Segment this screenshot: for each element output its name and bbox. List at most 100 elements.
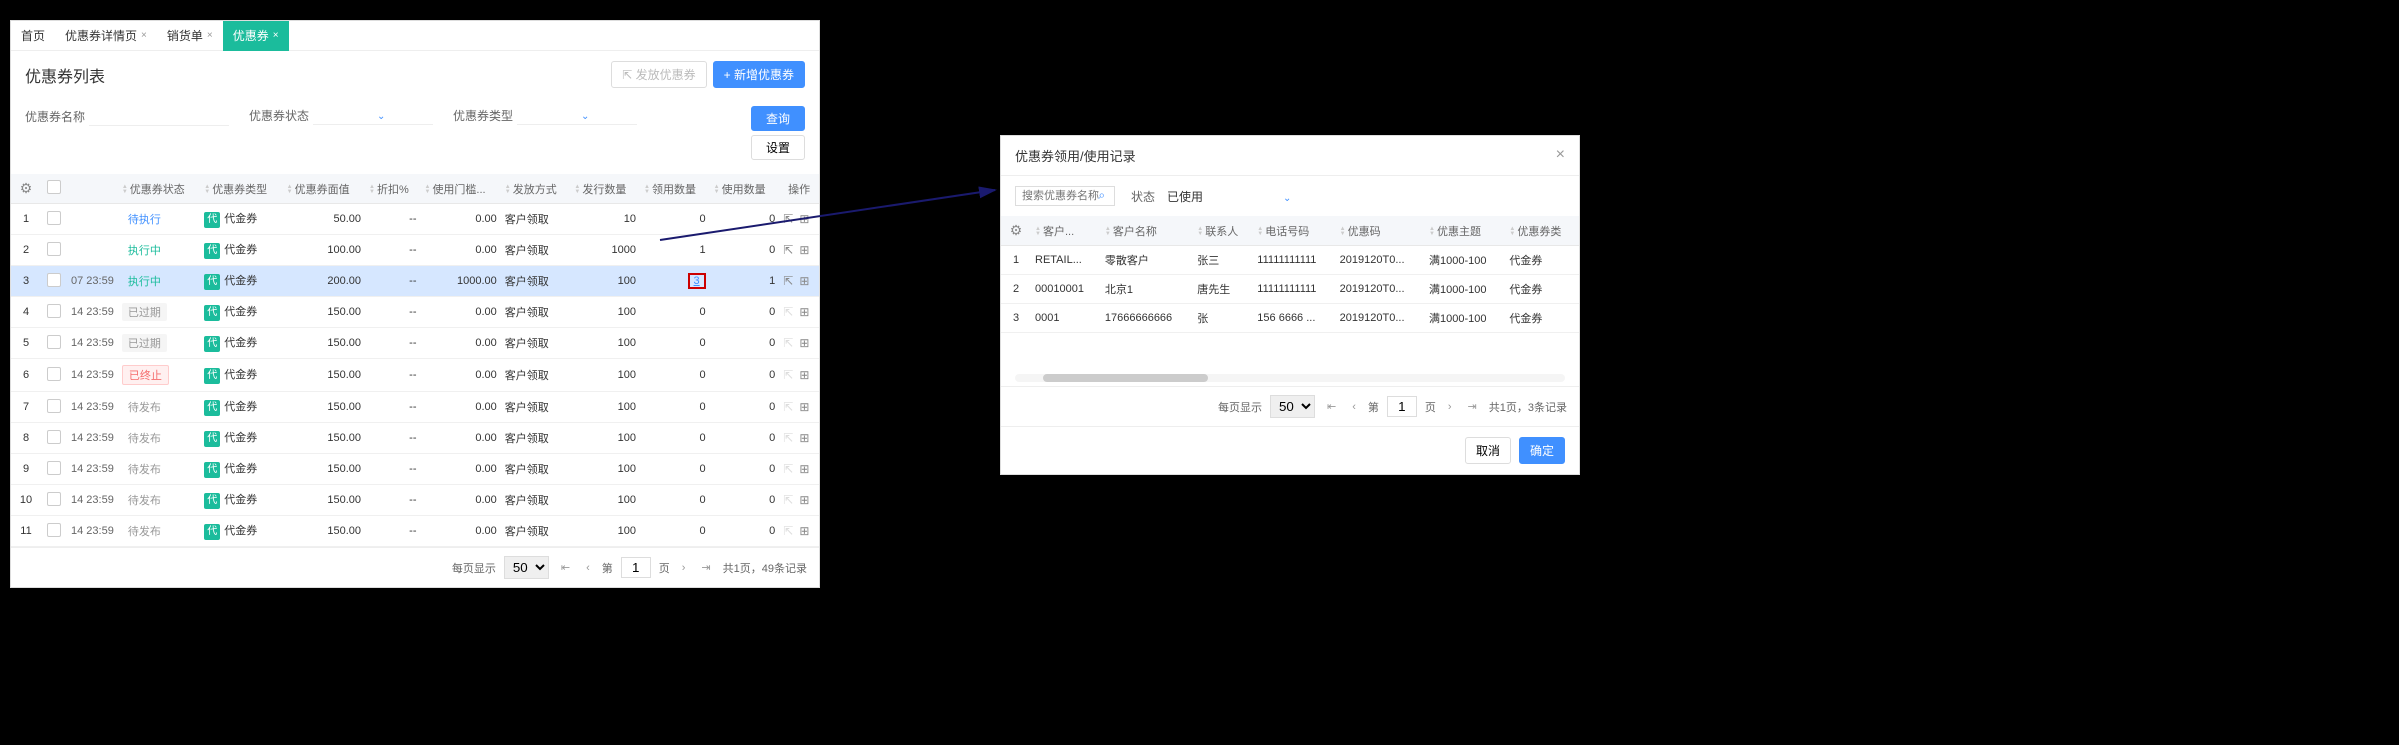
filter-status-select[interactable]: ⌄: [313, 106, 433, 125]
table-row[interactable]: 1 待执行 代代金券 50.00 -- 0.00 客户领取 10 0 0 ⇱⊞: [11, 204, 819, 235]
last-page-button[interactable]: ⇥: [697, 561, 714, 574]
add-coupon-button[interactable]: + 新增优惠券: [713, 61, 805, 88]
row-checkbox[interactable]: [47, 304, 61, 318]
share-icon: ⇱: [622, 68, 632, 82]
per-page-select[interactable]: 50: [1270, 395, 1315, 418]
sort-icon[interactable]: ▲▼: [369, 185, 375, 195]
search-icon[interactable]: ⌕: [1098, 188, 1105, 202]
row-checkbox[interactable]: [47, 273, 61, 287]
tab-coupon-detail[interactable]: 优惠券详情页×: [55, 21, 157, 51]
qr-icon[interactable]: ⊞: [799, 462, 809, 476]
row-checkbox[interactable]: [47, 399, 61, 413]
table-row[interactable]: 11 14 23:59 待发布 代代金券 150.00 -- 0.00 客户领取…: [11, 516, 819, 547]
table-row[interactable]: 5 14 23:59 已过期 代代金券 150.00 -- 0.00 客户领取 …: [11, 328, 819, 359]
sort-icon[interactable]: ▲▼: [122, 185, 128, 195]
page-input[interactable]: [1387, 396, 1417, 417]
table-row[interactable]: 9 14 23:59 待发布 代代金券 150.00 -- 0.00 客户领取 …: [11, 454, 819, 485]
sort-icon[interactable]: ▲▼: [505, 185, 511, 195]
row-checkbox[interactable]: [47, 523, 61, 537]
close-icon[interactable]: ×: [273, 30, 279, 41]
table-row[interactable]: 2 00010001 北京1 唐先生 11111111111 2019120T0…: [1001, 275, 1579, 304]
per-page-select[interactable]: 50: [504, 556, 549, 579]
table-row[interactable]: 1 RETAIL... 零散客户 张三 11111111111 2019120T…: [1001, 246, 1579, 275]
chevron-down-icon: ⌄: [581, 111, 589, 122]
col-ccode: 优惠码: [1348, 226, 1381, 238]
qr-icon[interactable]: ⊞: [799, 400, 809, 414]
table-row[interactable]: 3 07 23:59 执行中 代代金券 200.00 -- 1000.00 客户…: [11, 266, 819, 297]
filter-type-select[interactable]: ⌄: [517, 106, 637, 125]
col-use: 使用数量: [722, 184, 766, 196]
claim-count-link[interactable]: 3: [688, 273, 706, 289]
sort-icon[interactable]: ▲▼: [1197, 227, 1203, 237]
table-row[interactable]: 6 14 23:59 已终止 代代金券 150.00 -- 0.00 客户领取 …: [11, 359, 819, 392]
qr-icon[interactable]: ⊞: [799, 524, 809, 538]
table-row[interactable]: 3 0001 17666666666 张 156 6666 ... 201912…: [1001, 304, 1579, 333]
sort-icon[interactable]: ▲▼: [574, 185, 580, 195]
row-checkbox[interactable]: [47, 211, 61, 225]
close-icon[interactable]: ×: [141, 30, 147, 41]
close-icon[interactable]: ×: [207, 30, 213, 41]
voucher-icon: 代: [204, 400, 220, 416]
voucher-icon: 代: [204, 243, 220, 259]
query-button[interactable]: 查询: [751, 106, 805, 131]
table-row[interactable]: 7 14 23:59 待发布 代代金券 150.00 -- 0.00 客户领取 …: [11, 392, 819, 423]
table-row[interactable]: 4 14 23:59 已过期 代代金券 150.00 -- 0.00 客户领取 …: [11, 297, 819, 328]
first-page-button[interactable]: ⇤: [557, 561, 574, 574]
qr-icon[interactable]: ⊞: [799, 431, 809, 445]
filter-name-input[interactable]: [89, 106, 229, 126]
table-row[interactable]: 8 14 23:59 待发布 代代金券 150.00 -- 0.00 客户领取 …: [11, 423, 819, 454]
sort-icon[interactable]: ▲▼: [1429, 227, 1435, 237]
sort-icon[interactable]: ▲▼: [204, 185, 210, 195]
qr-icon[interactable]: ⊞: [799, 368, 809, 382]
sort-icon[interactable]: ▲▼: [1509, 227, 1515, 237]
sort-icon[interactable]: ▲▼: [714, 185, 720, 195]
sort-icon[interactable]: ▲▼: [644, 185, 650, 195]
page-suffix: 页: [1425, 399, 1436, 415]
share-icon[interactable]: ⇱: [783, 212, 793, 226]
row-checkbox[interactable]: [47, 367, 61, 381]
confirm-button[interactable]: 确定: [1519, 437, 1565, 464]
prev-page-button[interactable]: ‹: [582, 562, 594, 574]
sort-icon[interactable]: ▲▼: [1257, 227, 1263, 237]
modal-status-select[interactable]: 已使用⌄: [1167, 188, 1291, 205]
sort-icon[interactable]: ▲▼: [1340, 227, 1346, 237]
row-checkbox[interactable]: [47, 461, 61, 475]
next-page-button[interactable]: ›: [1444, 401, 1456, 413]
sort-icon[interactable]: ▲▼: [424, 185, 430, 195]
close-icon[interactable]: ×: [1556, 146, 1565, 165]
qr-icon[interactable]: ⊞: [799, 212, 809, 226]
share-icon[interactable]: ⇱: [783, 274, 793, 288]
sort-icon[interactable]: ▲▼: [287, 185, 293, 195]
settings-button[interactable]: 设置: [751, 135, 805, 160]
table-row[interactable]: 2 执行中 代代金券 100.00 -- 0.00 客户领取 1000 1 0 …: [11, 235, 819, 266]
row-checkbox[interactable]: [47, 335, 61, 349]
tab-sales-order[interactable]: 销货单×: [157, 21, 223, 51]
gear-icon[interactable]: ⚙: [1010, 222, 1023, 238]
per-page-label: 每页显示: [1218, 399, 1262, 415]
qr-icon[interactable]: ⊞: [799, 493, 809, 507]
status-badge: 待发布: [122, 460, 167, 478]
sort-icon[interactable]: ▲▼: [1035, 227, 1041, 237]
share-icon[interactable]: ⇱: [783, 243, 793, 257]
next-page-button[interactable]: ›: [678, 562, 690, 574]
table-row[interactable]: 10 14 23:59 待发布 代代金券 150.00 -- 0.00 客户领取…: [11, 485, 819, 516]
sort-icon[interactable]: ▲▼: [1105, 227, 1111, 237]
last-page-button[interactable]: ⇥: [1464, 400, 1481, 413]
cancel-button[interactable]: 取消: [1465, 437, 1511, 464]
horizontal-scrollbar[interactable]: [1015, 374, 1565, 382]
qr-icon[interactable]: ⊞: [799, 243, 809, 257]
qr-icon[interactable]: ⊞: [799, 336, 809, 350]
select-all-checkbox[interactable]: [47, 180, 61, 194]
page-input[interactable]: [621, 557, 651, 578]
qr-icon[interactable]: ⊞: [799, 274, 809, 288]
prev-page-button[interactable]: ‹: [1348, 401, 1360, 413]
tab-home[interactable]: 首页: [11, 21, 55, 51]
row-checkbox[interactable]: [47, 492, 61, 506]
qr-icon[interactable]: ⊞: [799, 305, 809, 319]
row-checkbox[interactable]: [47, 430, 61, 444]
modal-pagination: 每页显示 50 ⇤ ‹ 第 页 › ⇥ 共1页，3条记录: [1001, 386, 1579, 426]
gear-icon[interactable]: ⚙: [20, 180, 33, 196]
first-page-button[interactable]: ⇤: [1323, 400, 1340, 413]
row-checkbox[interactable]: [47, 242, 61, 256]
tab-coupon[interactable]: 优惠券×: [223, 21, 289, 51]
